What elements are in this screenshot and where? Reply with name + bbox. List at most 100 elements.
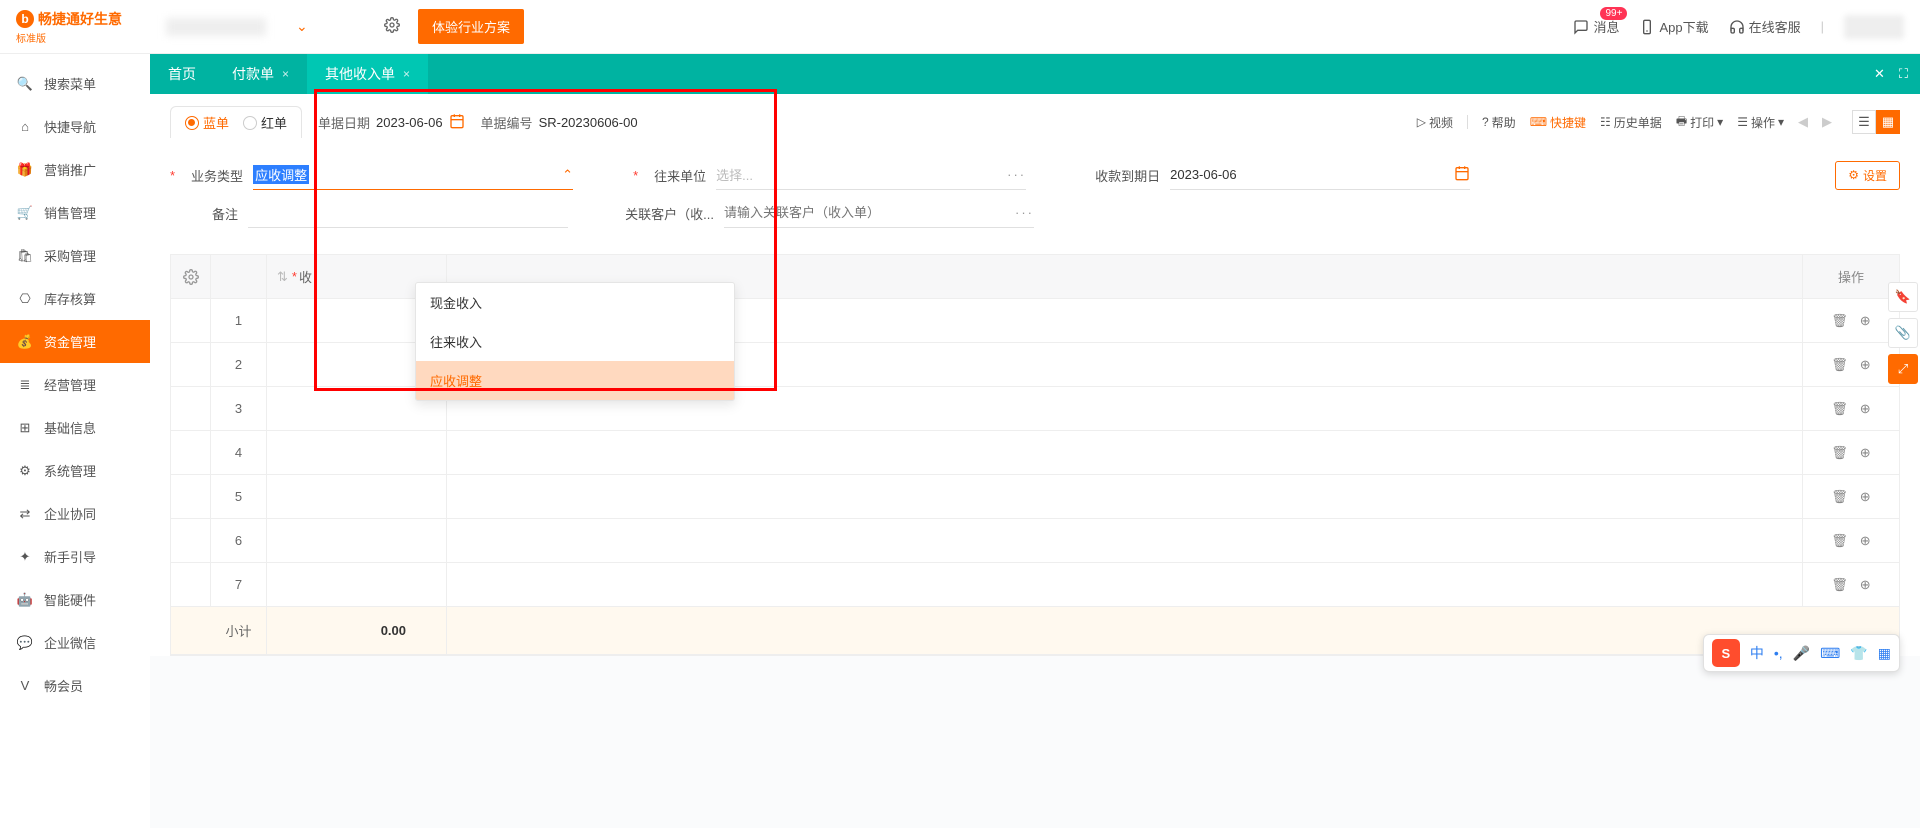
dropdown-option[interactable]: 往来收入 bbox=[416, 322, 734, 361]
tab[interactable]: 其他收入单× bbox=[307, 54, 428, 94]
row-handle bbox=[171, 475, 211, 518]
delete-row-icon[interactable]: 🗑 bbox=[1831, 313, 1848, 329]
action-operate[interactable]: ☰ 操作 ▾ bbox=[1737, 114, 1784, 131]
sidebar-item-vip[interactable]: V畅会员 bbox=[0, 664, 150, 707]
row-account-cell[interactable] bbox=[267, 431, 447, 474]
sidebar-item-gear[interactable]: ⚙系统管理 bbox=[0, 449, 150, 492]
counterparty-select[interactable]: 选择... ··· bbox=[716, 160, 1026, 190]
ime-skin-icon[interactable]: 👕 bbox=[1850, 645, 1867, 662]
radio-red[interactable]: 红单 bbox=[243, 113, 287, 132]
sidebar-item-robot[interactable]: 🤖智能硬件 bbox=[0, 578, 150, 621]
dropdown-option[interactable]: 应收调整 bbox=[416, 361, 734, 400]
cta-button[interactable]: 体验行业方案 bbox=[418, 9, 524, 44]
sidebar-item-bag[interactable]: 🛍采购管理 bbox=[0, 234, 150, 277]
dropdown-option[interactable]: 现金收入 bbox=[416, 283, 734, 322]
delete-row-icon[interactable]: 🗑 bbox=[1831, 577, 1848, 593]
add-row-icon[interactable]: ⊕ bbox=[1860, 533, 1871, 549]
calendar-icon[interactable] bbox=[449, 113, 465, 132]
delete-row-icon[interactable]: 🗑 bbox=[1831, 533, 1848, 549]
sidebar-item-doc[interactable]: ≣经营管理 bbox=[0, 363, 150, 406]
add-row-icon[interactable]: ⊕ bbox=[1860, 313, 1871, 329]
due-date-input[interactable]: 2023-06-06 bbox=[1170, 160, 1470, 190]
row-account-cell[interactable] bbox=[267, 563, 447, 606]
doc-date-value[interactable]: 2023-06-06 bbox=[376, 115, 443, 130]
sidebar-item-home[interactable]: ⌂快捷导航 bbox=[0, 105, 150, 148]
nav-next-icon[interactable]: ▶ bbox=[1822, 114, 1832, 130]
related-cust-text-input[interactable] bbox=[724, 201, 1015, 224]
row-amount-cell[interactable] bbox=[447, 431, 1803, 474]
row-account-cell[interactable] bbox=[267, 475, 447, 518]
sidebar-item-gift[interactable]: 🎁营销推广 bbox=[0, 148, 150, 191]
org-selector[interactable]: ⌄ bbox=[166, 18, 366, 36]
add-row-icon[interactable]: ⊕ bbox=[1860, 577, 1871, 593]
rail-attach-icon[interactable]: 📎 bbox=[1888, 318, 1918, 348]
settings-button[interactable]: ⚙ 设置 bbox=[1835, 161, 1900, 190]
expand-icon[interactable]: ⛶ bbox=[1899, 66, 1908, 82]
sidebar-item-star[interactable]: ✦新手引导 bbox=[0, 535, 150, 578]
sidebar: 🔍搜索菜单⌂快捷导航🎁营销推广🛒销售管理🛍采购管理⎔库存核算💰资金管理≣经营管理… bbox=[0, 54, 150, 828]
sidebar-item-label: 系统管理 bbox=[44, 461, 96, 480]
nav-prev-icon[interactable]: ◀ bbox=[1798, 114, 1808, 130]
add-row-icon[interactable]: ⊕ bbox=[1860, 445, 1871, 461]
ime-toolbar[interactable]: S 中 •, 🎤 ⌨ 👕 ▦ bbox=[1703, 634, 1900, 672]
remark-input[interactable] bbox=[248, 198, 568, 228]
more-icon[interactable]: ··· bbox=[1007, 167, 1026, 182]
delete-row-icon[interactable]: 🗑 bbox=[1831, 357, 1848, 373]
action-shortcut[interactable]: ⌨ 快捷键 bbox=[1530, 114, 1586, 131]
radio-blue[interactable]: 蓝单 bbox=[185, 113, 229, 132]
sidebar-item-label: 基础信息 bbox=[44, 418, 96, 437]
action-video[interactable]: ▷ 视频 bbox=[1417, 114, 1453, 131]
ime-keyboard-icon[interactable]: ⌨ bbox=[1820, 645, 1840, 662]
app-download-link[interactable]: App下载 bbox=[1639, 17, 1708, 36]
tab[interactable]: 首页 bbox=[150, 54, 214, 94]
sidebar-item-money[interactable]: 💰资金管理 bbox=[0, 320, 150, 363]
rail-tag-icon[interactable]: 🔖 bbox=[1888, 282, 1918, 312]
sidebar-item-box[interactable]: ⎔库存核算 bbox=[0, 277, 150, 320]
delete-row-icon[interactable]: 🗑 bbox=[1831, 489, 1848, 505]
row-account-cell[interactable] bbox=[267, 519, 447, 562]
sidebar-item-share[interactable]: ⇄企业协同 bbox=[0, 492, 150, 535]
sidebar-item-cart[interactable]: 🛒销售管理 bbox=[0, 191, 150, 234]
tab[interactable]: 付款单× bbox=[214, 54, 307, 94]
online-service-link[interactable]: 在线客服 bbox=[1729, 17, 1801, 36]
rail-expand-icon[interactable]: ⤢ bbox=[1888, 354, 1918, 384]
doc-number-label: 单据编号 bbox=[481, 113, 533, 132]
related-cust-input[interactable]: ··· bbox=[724, 198, 1034, 228]
add-row-icon[interactable]: ⊕ bbox=[1860, 357, 1871, 373]
sidebar-item-search[interactable]: 🔍搜索菜单 bbox=[0, 62, 150, 105]
more-icon[interactable]: ··· bbox=[1015, 205, 1034, 220]
gift-icon: 🎁 bbox=[16, 161, 34, 179]
calendar-icon[interactable] bbox=[1454, 165, 1470, 184]
close-icon[interactable]: × bbox=[403, 67, 410, 81]
biz-type-select[interactable]: 应收调整 ⌃ bbox=[253, 160, 573, 190]
app-download-label: App下载 bbox=[1659, 17, 1708, 36]
ime-mic-icon[interactable]: 🎤 bbox=[1793, 645, 1810, 662]
action-history[interactable]: ☷ 历史单据 bbox=[1600, 114, 1662, 131]
row-index: 2 bbox=[211, 343, 267, 386]
action-help[interactable]: ? 帮助 bbox=[1482, 114, 1516, 131]
view-grid-icon[interactable]: ▦ bbox=[1876, 110, 1900, 134]
row-amount-cell[interactable] bbox=[447, 519, 1803, 562]
delete-row-icon[interactable]: 🗑 bbox=[1831, 445, 1848, 461]
user-avatar[interactable] bbox=[1844, 15, 1904, 39]
ime-lang[interactable]: 中 bbox=[1750, 643, 1764, 663]
messages-link[interactable]: 消息 99+ bbox=[1573, 17, 1619, 36]
row-amount-cell[interactable] bbox=[447, 563, 1803, 606]
view-list-icon[interactable]: ☰ bbox=[1852, 110, 1876, 134]
sidebar-item-label: 经营管理 bbox=[44, 375, 96, 394]
sidebar-item-chat[interactable]: 💬企业微信 bbox=[0, 621, 150, 664]
add-row-icon[interactable]: ⊕ bbox=[1860, 489, 1871, 505]
ime-grid-icon[interactable]: ▦ bbox=[1878, 645, 1891, 662]
close-tab-icon[interactable]: ✕ bbox=[1874, 66, 1885, 82]
ime-punct-icon[interactable]: •, bbox=[1774, 645, 1783, 661]
sidebar-item-module[interactable]: ⊞基础信息 bbox=[0, 406, 150, 449]
action-print[interactable]: 🖶 打印 ▾ bbox=[1676, 112, 1723, 133]
gear-icon[interactable] bbox=[384, 17, 400, 36]
row-amount-cell[interactable] bbox=[447, 475, 1803, 518]
table-gear-header[interactable] bbox=[171, 255, 211, 298]
row-handle bbox=[171, 343, 211, 386]
remark-text-input[interactable] bbox=[248, 201, 568, 224]
close-icon[interactable]: × bbox=[282, 67, 289, 81]
delete-row-icon[interactable]: 🗑 bbox=[1831, 401, 1848, 417]
add-row-icon[interactable]: ⊕ bbox=[1860, 401, 1871, 417]
